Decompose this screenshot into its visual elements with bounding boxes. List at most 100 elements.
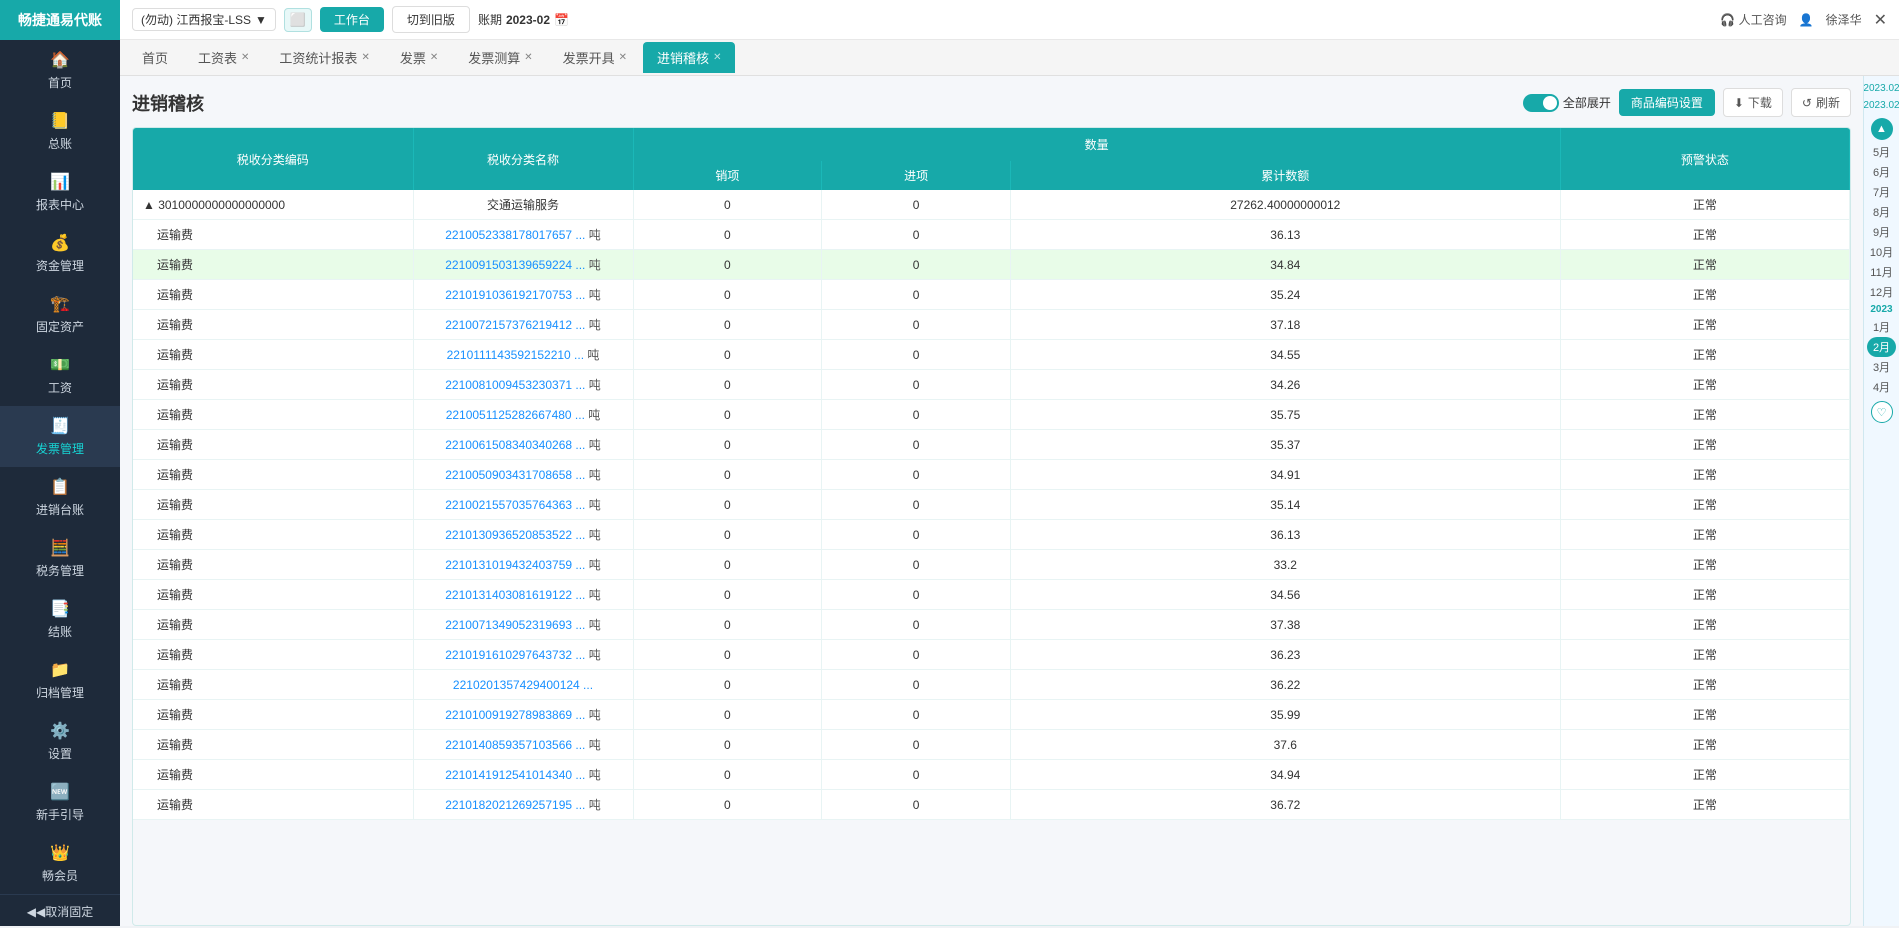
row-sale: 0 (633, 280, 822, 310)
row-invoice: 2210081009453230371 ... 吨 (413, 370, 633, 400)
tab-home[interactable]: 首页 (128, 42, 182, 73)
tab-label-invoice-open: 发票开具 (563, 48, 615, 67)
row-invoice: 2210140859357103566 ... 吨 (413, 730, 633, 760)
help-button[interactable]: 🎧 人工咨询 (1720, 11, 1786, 28)
tab-invoice-reconcile[interactable]: 进销稽核 ✕ (643, 42, 735, 73)
sidebar-item-settlement[interactable]: 📑结账 (0, 589, 120, 650)
panel-month-5[interactable]: 5月 (1873, 142, 1890, 162)
expand-toggle[interactable] (1523, 94, 1559, 112)
tab-label-invoice-calc: 发票测算 (468, 48, 520, 67)
row-invoice: 2210050903431708658 ... 吨 (413, 460, 633, 490)
sidebar-label-general-ledger: 总账 (48, 135, 72, 152)
sidebar-icon-sales-desk: 📋 (50, 477, 70, 497)
row-status: 正常 (1560, 190, 1849, 220)
close-icon[interactable]: ✕ (1874, 10, 1887, 30)
row-purchase: 0 (822, 250, 1011, 280)
row-cumulative: 34.84 (1010, 250, 1560, 280)
row-sale: 0 (633, 460, 822, 490)
sidebar-item-capital[interactable]: 💰资金管理 (0, 223, 120, 284)
unpin-button[interactable]: ◀◀ 取消固定 (0, 894, 120, 928)
panel-month-1[interactable]: 1月 (1873, 317, 1890, 337)
sidebar-icon-member: 👑 (50, 843, 70, 863)
table-row: 运输费 2210100919278983869 ... 吨 0 0 35.99 … (133, 700, 1850, 730)
tab-invoice-open[interactable]: 发票开具 ✕ (549, 42, 641, 73)
table-row: 运输费 2210050903431708658 ... 吨 0 0 34.91 … (133, 460, 1850, 490)
panel-month-7[interactable]: 7月 (1873, 182, 1890, 202)
dropdown-icon: ▼ (255, 13, 267, 27)
sidebar-item-member[interactable]: 👑畅会员 (0, 833, 120, 894)
sidebar-icon-tax-mgmt: 🧮 (50, 538, 70, 558)
sidebar-item-home[interactable]: 🏠首页 (0, 40, 120, 101)
panel-favorite-icon[interactable]: ♡ (1871, 401, 1893, 423)
tab-salary[interactable]: 工资表 ✕ (184, 42, 263, 73)
row-cumulative: 37.38 (1010, 610, 1560, 640)
sidebar-item-salary[interactable]: 💵工资 (0, 345, 120, 406)
panel-up-btn[interactable]: ▲ (1864, 114, 1899, 142)
sidebar-item-settings[interactable]: ⚙️设置 (0, 711, 120, 772)
row-sale: 0 (633, 760, 822, 790)
panel-month-6[interactable]: 6月 (1873, 162, 1890, 182)
sidebar-item-general-ledger[interactable]: 📒总账 (0, 101, 120, 162)
sidebar-label-capital: 资金管理 (36, 257, 84, 274)
row-code: 运输费 (133, 490, 413, 520)
sidebar-icon-home: 🏠 (50, 50, 70, 70)
row-status: 正常 (1560, 400, 1849, 430)
panel-month-9[interactable]: 9月 (1873, 222, 1890, 242)
row-sale: 0 (633, 520, 822, 550)
row-code: 运输费 (133, 370, 413, 400)
row-cumulative: 36.72 (1010, 790, 1560, 820)
row-code: ▲ 3010000000000000000 (133, 190, 413, 220)
sidebar-item-tax-mgmt[interactable]: 🧮税务管理 (0, 528, 120, 589)
tab-close-salary-report[interactable]: ✕ (361, 52, 369, 63)
panel-month-8[interactable]: 8月 (1873, 202, 1890, 222)
sidebar-item-reports[interactable]: 📊报表中心 (0, 162, 120, 223)
tab-salary-report[interactable]: 工资统计报表 ✕ (265, 42, 383, 73)
tab-close-invoice[interactable]: ✕ (430, 52, 438, 63)
table-row: 运输费 2210091503139659224 ... 吨 0 0 34.84 … (133, 250, 1850, 280)
row-purchase: 0 (822, 340, 1011, 370)
page-area: 进销稽核 全部展开 商品编码设置 ⬇ 下载 ↺ 刷新 (120, 76, 1899, 926)
company-selector[interactable]: (勿动) 江西报宝-LSS ▼ (132, 8, 276, 31)
sidebar-item-sales-desk[interactable]: 📋进销台账 (0, 467, 120, 528)
row-status: 正常 (1560, 730, 1849, 760)
download-button[interactable]: ⬇ 下载 (1723, 88, 1783, 117)
calendar-icon[interactable]: 📅 (554, 13, 569, 27)
table-row: 运输费 2210191610297643732 ... 吨 0 0 36.23 … (133, 640, 1850, 670)
row-purchase: 0 (822, 550, 1011, 580)
switch-version-button[interactable]: 切到旧版 (392, 6, 470, 33)
data-table: 税收分类编码 税收分类名称 数量 预警状态 销项 进项 累计数额 ▲ 30100… (133, 128, 1850, 820)
row-purchase: 0 (822, 790, 1011, 820)
panel-month-11[interactable]: 11月 (1870, 262, 1892, 282)
tab-invoice[interactable]: 发票 ✕ (386, 42, 452, 73)
tab-invoice-calc[interactable]: 发票测算 ✕ (454, 42, 546, 73)
row-sale: 0 (633, 340, 822, 370)
row-status: 正常 (1560, 370, 1849, 400)
settings-button[interactable]: 商品编码设置 (1619, 89, 1715, 116)
row-invoice: 2210131403081619122 ... 吨 (413, 580, 633, 610)
copy-icon[interactable]: ⬜ (284, 8, 312, 32)
tab-close-salary[interactable]: ✕ (241, 52, 249, 63)
sidebar-item-invoice-mgmt[interactable]: 🧾发票管理 (0, 406, 120, 467)
tab-close-invoice-reconcile[interactable]: ✕ (713, 52, 721, 63)
panel-month-3[interactable]: 3月 (1873, 357, 1890, 377)
sidebar-item-archive[interactable]: 📁 归档管理 (0, 650, 120, 711)
sidebar-icon-archive: 📁 (50, 660, 70, 680)
page-main: 进销稽核 全部展开 商品编码设置 ⬇ 下载 ↺ 刷新 (120, 76, 1863, 926)
panel-month-2[interactable]: 2月 (1867, 337, 1896, 357)
row-sale: 0 (633, 430, 822, 460)
sidebar-item-fixed-assets[interactable]: 🏗️固定资产 (0, 284, 120, 345)
sidebar-item-guide[interactable]: 🆕新手引导 (0, 772, 120, 833)
tab-close-invoice-calc[interactable]: ✕ (524, 52, 532, 63)
refresh-button[interactable]: ↺ 刷新 (1791, 88, 1851, 117)
tab-close-invoice-open[interactable]: ✕ (619, 52, 627, 63)
row-sale: 0 (633, 490, 822, 520)
panel-up-arrow[interactable]: ▲ (1871, 118, 1893, 140)
panel-month-4[interactable]: 4月 (1873, 377, 1890, 397)
panel-month-10[interactable]: 10月 (1870, 242, 1893, 262)
workbench-button[interactable]: 工作台 (320, 7, 384, 32)
sidebar-label-guide: 新手引导 (36, 806, 84, 823)
row-invoice: 2210191036192170753 ... 吨 (413, 280, 633, 310)
main-content: (勿动) 江西报宝-LSS ▼ ⬜ 工作台 切到旧版 账期 2023-02 📅 … (120, 0, 1899, 926)
sidebar-label-archive: 归档管理 (36, 684, 84, 701)
panel-month-12[interactable]: 12月 (1870, 282, 1893, 302)
